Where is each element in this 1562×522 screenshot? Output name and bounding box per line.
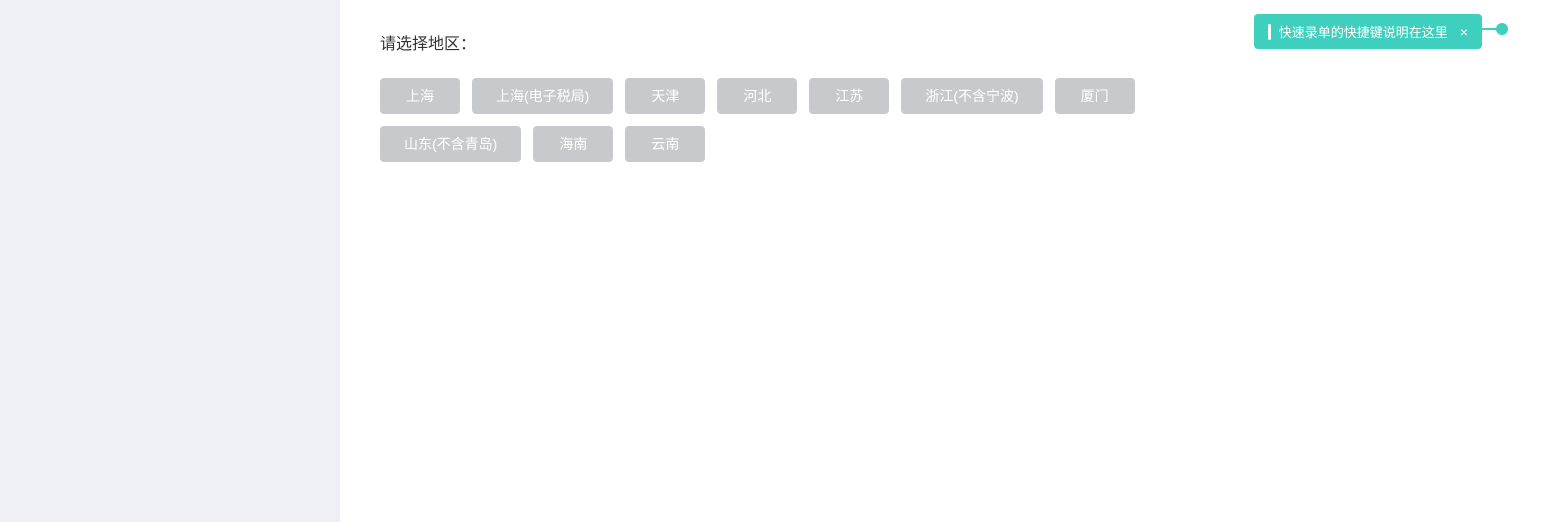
region-button[interactable]: 厦门 xyxy=(1055,78,1135,114)
sidebar xyxy=(0,0,340,522)
tooltip-dot xyxy=(1496,23,1508,35)
region-button[interactable]: 海南 xyxy=(533,126,613,162)
main-content: 请选择地区： 上海上海(电子税局)天津河北江苏浙江(不含宁波)厦门 山东(不含青… xyxy=(340,0,1562,522)
region-button[interactable]: 天津 xyxy=(625,78,705,114)
region-button[interactable]: 上海 xyxy=(380,78,460,114)
close-icon[interactable]: × xyxy=(1460,24,1468,40)
tooltip-bar xyxy=(1268,24,1271,40)
region-button[interactable]: 云南 xyxy=(625,126,705,162)
region-row-1: 上海上海(电子税局) 天津河北江苏浙江(不含宁波) 厦门 xyxy=(380,78,1522,114)
region-button[interactable]: 浙江(不含宁波) xyxy=(901,78,1042,114)
region-button[interactable]: 山东(不含青岛) xyxy=(380,126,521,162)
region-row-2: 山东(不含青岛) 海南云南 xyxy=(380,126,1522,162)
tooltip-text: 快速录单的快捷键说明在这里 xyxy=(1279,22,1448,41)
tooltip-banner: 快速录单的快捷键说明在这里 × xyxy=(1254,14,1482,49)
region-button[interactable]: 河北 xyxy=(717,78,797,114)
region-button[interactable]: 江苏 xyxy=(809,78,889,114)
region-button[interactable]: 上海(电子税局) xyxy=(472,78,613,114)
